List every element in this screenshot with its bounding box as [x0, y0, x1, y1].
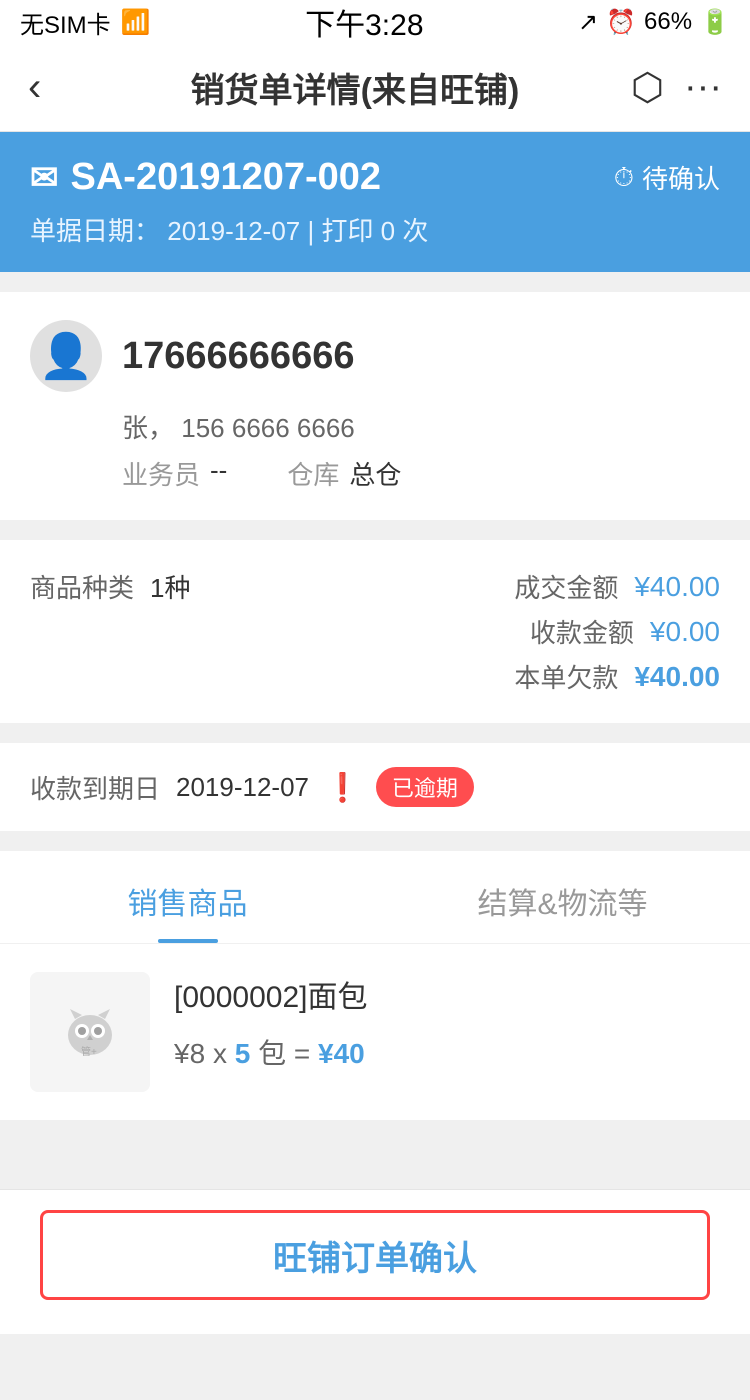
order-header-card: ✉ SA-20191207-002 ⏱ 待确认 单据日期： 2019-12-07…: [0, 132, 750, 272]
battery-icon: 🔋: [700, 8, 730, 37]
carrier-text: 无SIM卡: [20, 5, 111, 40]
order-status-badge: ⏱ 待确认: [614, 159, 720, 196]
summary-right: 成交金额 ¥40.00 收款金额 ¥0.00 本单欠款 ¥40.00: [514, 568, 720, 695]
amount-value: ¥40.00: [634, 571, 720, 603]
product-item: 管+ [0000002]面包 ¥8 x 5 包 = ¥40: [30, 972, 720, 1092]
wifi-icon: 📶: [121, 8, 151, 37]
share-icon[interactable]: ⬡: [631, 65, 664, 110]
order-id-text: SA-20191207-002: [71, 156, 382, 199]
nav-right-actions: ⬡ ···: [622, 65, 722, 110]
owed-label: 本单欠款: [514, 658, 618, 695]
summary-section: 商品种类 1种 成交金额 ¥40.00 收款金额 ¥0.00 本单欠款 ¥40.…: [0, 540, 750, 723]
product-thumbnail: 管+: [30, 972, 150, 1092]
overdue-icon: ❗: [325, 771, 360, 804]
warehouse-label: 仓库: [287, 455, 339, 492]
summary-row: 商品种类 1种 成交金额 ¥40.00 收款金额 ¥0.00 本单欠款 ¥40.…: [30, 568, 720, 695]
equals-sign: =: [294, 1038, 318, 1069]
product-unit: 包: [258, 1038, 286, 1069]
tab-products-label: 销售商品: [128, 888, 248, 921]
multiply-sign: x: [213, 1038, 235, 1069]
product-qty: 5: [235, 1038, 251, 1069]
customer-phone-text: 156 6666 6666: [181, 413, 355, 443]
product-total: ¥40: [318, 1038, 365, 1069]
status-bar-time: 下午3:28: [305, 0, 423, 44]
warehouse-item: 仓库 总仓: [287, 455, 401, 492]
customer-name-phone: 张， 156 6666 6666: [30, 408, 720, 445]
received-label: 收款金额: [530, 613, 634, 650]
tabs-section: 销售商品 结算&物流等: [0, 851, 750, 944]
nav-bar: ‹ 销货单详情(来自旺铺) ⬡ ···: [0, 44, 750, 132]
owed-row: 本单欠款 ¥40.00: [514, 658, 720, 695]
customer-name-text: 张: [122, 413, 148, 443]
unit-price: ¥8: [174, 1038, 205, 1069]
confirm-button-label: 旺铺订单确认: [273, 1231, 477, 1280]
status-bar-left: 无SIM卡 📶: [20, 5, 151, 40]
status-clock-icon: ⏱: [614, 162, 634, 194]
back-button[interactable]: ‹: [28, 65, 88, 110]
product-type-row: 商品种类 1种: [30, 568, 190, 605]
product-price-row: ¥8 x 5 包 = ¥40: [174, 1032, 720, 1072]
customer-meta: 业务员 -- 仓库 总仓: [30, 455, 720, 492]
owed-value: ¥40.00: [634, 661, 720, 693]
product-name: [0000002]面包: [174, 972, 720, 1016]
sales-value: --: [210, 455, 227, 492]
product-section: 管+ [0000002]面包 ¥8 x 5 包 = ¥40: [0, 944, 750, 1120]
tab-products[interactable]: 销售商品: [0, 851, 375, 943]
customer-row: 👤 17666666666: [30, 320, 720, 392]
received-value: ¥0.00: [650, 616, 720, 648]
sales-label: 业务员: [122, 455, 200, 492]
product-type-label: 商品种类: [30, 568, 134, 605]
print-info: | 打印 0 次: [307, 216, 428, 246]
customer-section: 👤 17666666666 张， 156 6666 6666 业务员 -- 仓库…: [0, 292, 750, 520]
more-icon[interactable]: ···: [684, 66, 722, 109]
order-date-row: 单据日期： 2019-12-07 | 打印 0 次: [30, 211, 720, 248]
avatar: 👤: [30, 320, 102, 392]
tab-settlement[interactable]: 结算&物流等: [375, 851, 750, 943]
product-type-value: 1种: [150, 568, 190, 605]
status-bar: 无SIM卡 📶 下午3:28 ↗ ⏰ 66% 🔋: [0, 0, 750, 44]
sales-item: 业务员 --: [122, 455, 227, 492]
confirm-order-button[interactable]: 旺铺订单确认: [40, 1210, 710, 1300]
date-label: 单据日期：: [30, 216, 160, 246]
status-text: 待确认: [642, 159, 720, 196]
due-date-label: 收款到期日: [30, 769, 160, 806]
tab-settlement-label: 结算&物流等: [477, 888, 647, 921]
due-date-value: 2019-12-07: [176, 772, 309, 803]
status-bar-right: ↗ ⏰ 66% 🔋: [578, 8, 730, 37]
svg-text:管+: 管+: [81, 1045, 97, 1058]
warehouse-value: 总仓: [349, 455, 401, 492]
date-value: 2019-12-07: [167, 216, 300, 246]
received-row: 收款金额 ¥0.00: [514, 613, 720, 650]
page-title: 销货单详情(来自旺铺): [88, 63, 622, 112]
product-info: [0000002]面包 ¥8 x 5 包 = ¥40: [174, 972, 720, 1072]
customer-phone: 17666666666: [122, 335, 354, 378]
location-icon: ↗: [578, 8, 598, 37]
mail-icon: ✉: [30, 158, 59, 198]
order-id: ✉ SA-20191207-002: [30, 156, 381, 199]
alarm-icon: ⏰: [606, 8, 636, 37]
bottom-bar: 旺铺订单确认: [0, 1189, 750, 1334]
battery-text: 66%: [644, 8, 692, 36]
due-date-section: 收款到期日 2019-12-07 ❗ 已逾期: [0, 743, 750, 831]
overdue-badge: 已逾期: [376, 767, 474, 807]
avatar-icon: 👤: [39, 330, 94, 382]
amount-label: 成交金额: [514, 568, 618, 605]
product-thumb-owl-icon: 管+: [60, 1005, 120, 1060]
amount-row: 成交金额 ¥40.00: [514, 568, 720, 605]
